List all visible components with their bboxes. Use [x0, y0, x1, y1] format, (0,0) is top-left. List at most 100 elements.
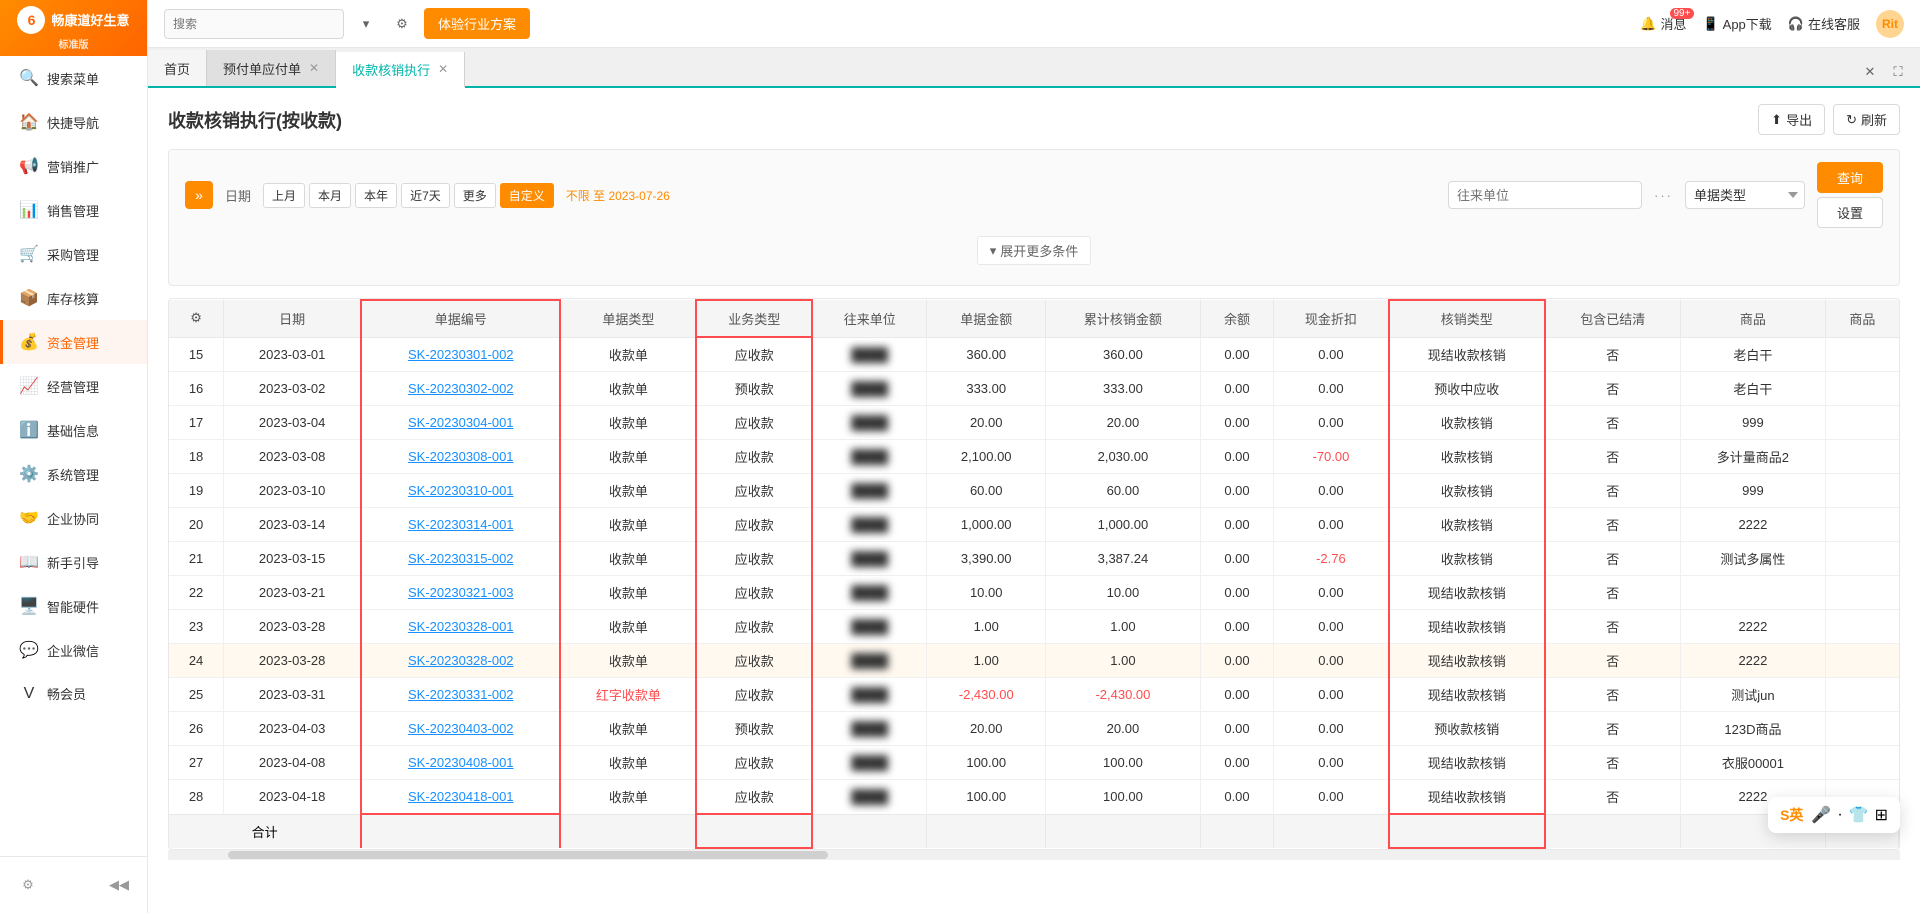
sidebar-item-经营管理[interactable]: 📈经营管理	[0, 364, 147, 408]
row-biztype: 预收款	[696, 712, 812, 746]
row-biztype: 预收款	[696, 372, 812, 406]
row-amount: 100.00	[927, 746, 1046, 780]
date-btn-7days[interactable]: 近7天	[401, 183, 450, 208]
sidebar-item-库存核算[interactable]: 📦库存核算	[0, 276, 147, 320]
sidebar-item-采购管理[interactable]: 🛒采购管理	[0, 232, 147, 276]
collapse-icon[interactable]: ◀◀	[103, 869, 135, 901]
query-button[interactable]: 查询	[1817, 162, 1883, 193]
row-docno[interactable]: SK-20230328-001	[361, 610, 560, 644]
row-docno[interactable]: SK-20230302-002	[361, 372, 560, 406]
scroll-thumb[interactable]	[228, 851, 828, 859]
partner-input[interactable]	[1448, 181, 1642, 209]
col-header-settings[interactable]: ⚙	[169, 300, 224, 337]
row-docno[interactable]: SK-20230314-001	[361, 508, 560, 542]
tab-prepayment-close[interactable]: ✕	[309, 61, 319, 75]
row-doctype: 红字收款单	[560, 678, 696, 712]
row-docno[interactable]: SK-20230315-002	[361, 542, 560, 576]
export-button[interactable]: ⬆ 导出	[1758, 104, 1825, 135]
page-title: 收款核销执行(按收款)	[168, 107, 342, 133]
refresh-button[interactable]: ↻ 刷新	[1833, 104, 1900, 135]
sidebar-item-label: 库存核算	[47, 289, 99, 308]
row-amount: 20.00	[927, 406, 1046, 440]
row-docno[interactable]: SK-20230331-002	[361, 678, 560, 712]
sidebar-item-新手引导[interactable]: 📖新手引导	[0, 540, 147, 584]
tab-verification[interactable]: 收款核销执行 ✕	[336, 52, 465, 88]
close-tab-icon[interactable]: ✕	[1856, 58, 1884, 86]
notification-icon: 🔔	[1640, 16, 1656, 32]
expand-conditions-button[interactable]: ▾ 展开更多条件	[977, 236, 1092, 265]
sidebar-item-销售管理[interactable]: 📊销售管理	[0, 188, 147, 232]
row-partner: ████	[812, 746, 927, 780]
sidebar-item-搜索菜单[interactable]: 🔍搜索菜单	[0, 56, 147, 100]
date-btn-this-month[interactable]: 本月	[309, 183, 351, 208]
date-btn-custom[interactable]: 自定义	[500, 183, 554, 208]
sidebar-item-资金管理[interactable]: 💰资金管理	[0, 320, 147, 364]
row-included: 否	[1545, 406, 1680, 440]
row-product2	[1826, 440, 1899, 474]
widget-shirt-icon[interactable]: 👕	[1849, 805, 1869, 825]
sidebar-logo: 6 畅康道好生意 标准版	[0, 0, 147, 56]
horizontal-scrollbar[interactable]	[168, 850, 1900, 860]
tab-verification-label: 收款核销执行	[352, 60, 430, 79]
row-partner: ████	[812, 712, 927, 746]
row-balance: 0.00	[1200, 508, 1273, 542]
row-verifytype: 收款核销	[1389, 508, 1545, 542]
widget-keyboard-icon[interactable]: ·	[1837, 806, 1842, 824]
sidebar-item-营销推广[interactable]: 📢营销推广	[0, 144, 147, 188]
sidebar-icon: 🔍	[19, 68, 39, 88]
row-num: 19	[169, 474, 224, 508]
filter-settings-button[interactable]: 设置	[1817, 197, 1883, 228]
date-btn-more[interactable]: 更多	[454, 183, 496, 208]
tab-prepayment[interactable]: 预付单应付单 ✕	[207, 50, 336, 86]
row-docno[interactable]: SK-20230301-002	[361, 337, 560, 372]
tab-home[interactable]: 首页	[148, 50, 207, 86]
table-row: 182023-03-08SK-20230308-001收款单应收款████2,1…	[169, 440, 1899, 474]
row-doctype: 收款单	[560, 542, 696, 576]
tab-verification-close[interactable]: ✕	[438, 62, 448, 76]
row-docno[interactable]: SK-20230321-003	[361, 576, 560, 610]
sidebar-item-系统管理[interactable]: ⚙️系统管理	[0, 452, 147, 496]
app-download-item[interactable]: 📱 App下载	[1702, 14, 1771, 33]
fullscreen-icon[interactable]: ⛶	[1884, 58, 1912, 86]
filter-expand-button[interactable]: »	[185, 181, 213, 209]
sidebar-icon: 📊	[19, 200, 39, 220]
date-btn-this-year[interactable]: 本年	[355, 183, 397, 208]
search-input[interactable]	[164, 9, 344, 39]
row-product2	[1826, 372, 1899, 406]
sidebar-item-企业协同[interactable]: 🤝企业协同	[0, 496, 147, 540]
gear-icon[interactable]: ⚙	[388, 10, 416, 38]
row-docno[interactable]: SK-20230304-001	[361, 406, 560, 440]
notification-item[interactable]: 🔔 消息 99+	[1640, 14, 1686, 33]
widget-mic-icon[interactable]: 🎤	[1811, 805, 1831, 825]
col-header-date: 日期	[224, 300, 362, 337]
date-btn-last-month[interactable]: 上月	[263, 183, 305, 208]
online-service-item[interactable]: 🎧 在线客服	[1788, 14, 1860, 33]
sidebar-item-基础信息[interactable]: ℹ️基础信息	[0, 408, 147, 452]
app-logo-icon: 6	[17, 6, 45, 34]
solution-button[interactable]: 体验行业方案	[424, 8, 530, 39]
settings-icon[interactable]: ⚙	[12, 869, 44, 901]
row-balance: 0.00	[1200, 678, 1273, 712]
widget-grid-icon[interactable]: ⊞	[1875, 805, 1888, 825]
row-docno[interactable]: SK-20230328-002	[361, 644, 560, 678]
sidebar-item-快捷导航[interactable]: 🏠快捷导航	[0, 100, 147, 144]
filter-actions: 查询 设置	[1817, 162, 1883, 228]
row-docno[interactable]: SK-20230408-001	[361, 746, 560, 780]
dropdown-icon[interactable]: ▾	[352, 10, 380, 38]
row-docno[interactable]: SK-20230308-001	[361, 440, 560, 474]
row-partner: ████	[812, 372, 927, 406]
user-avatar[interactable]: Rit	[1876, 10, 1904, 38]
row-docno[interactable]: SK-20230403-002	[361, 712, 560, 746]
sidebar-item-企业微信[interactable]: 💬企业微信	[0, 628, 147, 672]
sidebar-item-畅会员[interactable]: V畅会员	[0, 672, 147, 715]
sidebar-item-智能硬件[interactable]: 🖥️智能硬件	[0, 584, 147, 628]
row-product2	[1826, 576, 1899, 610]
row-partner: ████	[812, 780, 927, 815]
sidebar-bottom: ⚙ ◀◀	[0, 856, 147, 913]
row-docno[interactable]: SK-20230418-001	[361, 780, 560, 815]
row-discount: 0.00	[1274, 712, 1389, 746]
row-docno[interactable]: SK-20230310-001	[361, 474, 560, 508]
doc-type-select[interactable]: 单据类型	[1685, 181, 1805, 209]
row-date: 2023-04-18	[224, 780, 362, 815]
sidebar-icon: ⚙️	[19, 464, 39, 484]
